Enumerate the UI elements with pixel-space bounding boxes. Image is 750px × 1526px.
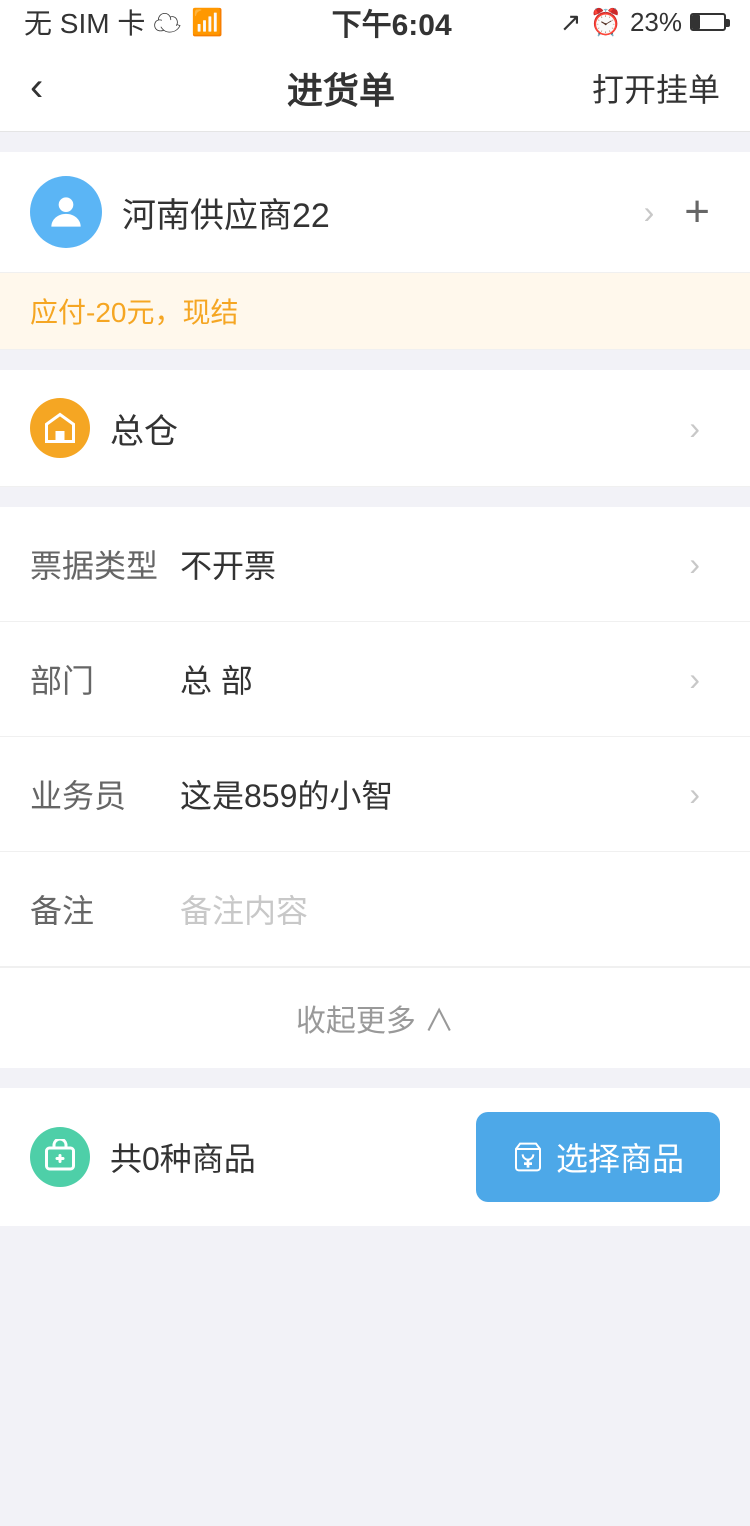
- warehouse-icon-wrap: [30, 398, 90, 458]
- supplier-arrow-icon: ›: [644, 194, 655, 231]
- mid-divider2: [0, 487, 750, 507]
- department-arrow-icon: ›: [689, 661, 700, 698]
- warehouse-section: 总仓 ›: [0, 370, 750, 487]
- open-pending-button[interactable]: 打开挂单: [592, 65, 720, 111]
- product-count-label: 共0种商品: [110, 1134, 456, 1180]
- notice-banner: 应付-20元，现结: [0, 273, 750, 350]
- salesman-label: 业务员: [30, 771, 170, 817]
- top-divider: [0, 132, 750, 152]
- status-left: 无 SIM 卡 ☁ 📶: [24, 2, 224, 42]
- battery-icon: [690, 13, 726, 31]
- department-row[interactable]: 部门 总 部 ›: [0, 622, 750, 737]
- status-bar: 无 SIM 卡 ☁ 📶 下午6:04 ↗ ⏰ 23%: [0, 0, 750, 44]
- invoice-row[interactable]: 票据类型 不开票 ›: [0, 507, 750, 622]
- product-icon: [42, 1139, 78, 1175]
- select-product-button[interactable]: 选择商品: [476, 1112, 720, 1202]
- back-button[interactable]: ‹: [30, 65, 90, 110]
- remark-row[interactable]: 备注 备注内容: [0, 852, 750, 967]
- warehouse-label: 总仓: [110, 404, 689, 453]
- collapse-more-button[interactable]: 收起更多 ∧: [0, 967, 750, 1068]
- page-title: 进货单: [287, 62, 395, 114]
- mid-divider1: [0, 350, 750, 370]
- sim-label: 无 SIM 卡 ☁: [24, 2, 181, 42]
- nav-bar: ‹ 进货单 打开挂单: [0, 44, 750, 132]
- alarm-icon: ⏰: [590, 7, 622, 38]
- invoice-value: 不开票: [170, 541, 689, 587]
- empty-area: [0, 1226, 750, 1526]
- wifi-icon: 📶: [191, 7, 223, 38]
- department-value: 总 部: [170, 656, 689, 702]
- select-product-label: 选择商品: [556, 1134, 684, 1180]
- cart-plus-icon: [512, 1141, 544, 1173]
- status-right: ↗ ⏰ 23%: [560, 7, 726, 38]
- supplier-section: 河南供应商22 › + 应付-20元，现结: [0, 152, 750, 350]
- warehouse-icon: [42, 410, 78, 446]
- invoice-label: 票据类型: [30, 541, 170, 587]
- salesman-value: 这是859的小智: [170, 771, 689, 817]
- department-label: 部门: [30, 656, 170, 702]
- product-icon-wrap: [30, 1127, 90, 1187]
- warehouse-arrow-icon: ›: [689, 410, 700, 447]
- warehouse-row[interactable]: 总仓 ›: [0, 370, 750, 487]
- invoice-arrow-icon: ›: [689, 546, 700, 583]
- bottom-bar: 共0种商品 选择商品: [0, 1088, 750, 1226]
- remark-label: 备注: [30, 886, 170, 932]
- add-supplier-button[interactable]: +: [674, 187, 720, 237]
- battery-label: 23%: [630, 7, 682, 38]
- supplier-name: 河南供应商22: [122, 188, 644, 237]
- remark-input[interactable]: 备注内容: [170, 886, 720, 932]
- person-icon: [44, 190, 88, 234]
- salesman-row[interactable]: 业务员 这是859的小智 ›: [0, 737, 750, 852]
- salesman-arrow-icon: ›: [689, 776, 700, 813]
- avatar: [30, 176, 102, 248]
- form-section: 票据类型 不开票 › 部门 总 部 › 业务员 这是859的小智 › 备注 备注…: [0, 507, 750, 1068]
- status-time: 下午6:04: [332, 0, 452, 44]
- supplier-row[interactable]: 河南供应商22 › +: [0, 152, 750, 273]
- location-icon: ↗: [560, 7, 582, 38]
